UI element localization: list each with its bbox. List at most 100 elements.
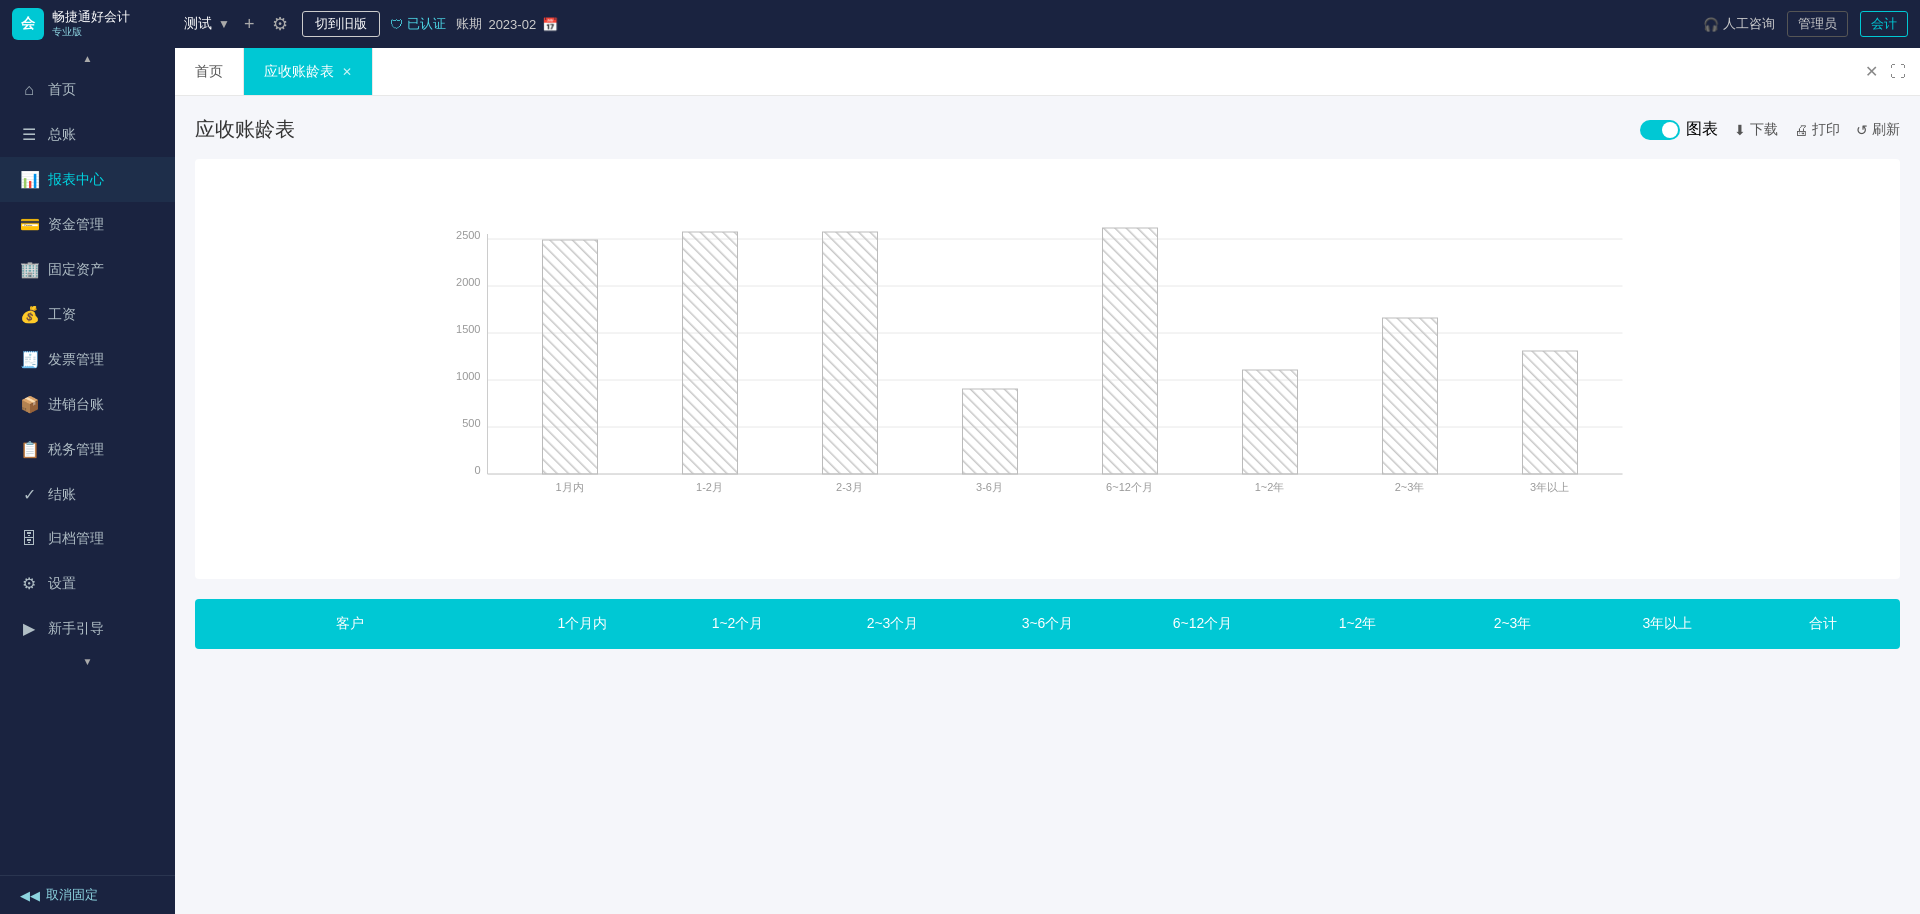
pin-icon: ◀◀	[20, 888, 40, 903]
logo-text-block: 畅捷通好会计 专业版	[52, 9, 130, 39]
bar-2-3年	[1383, 318, 1438, 474]
tab-bar: 首页 应收账龄表 ✕ ✕ ⛶	[175, 48, 1920, 96]
period-info: 账期 2023-02 📅	[456, 15, 558, 33]
accountant-button[interactable]: 会计	[1860, 11, 1908, 37]
svg-text:1月内: 1月内	[555, 481, 583, 493]
logo-area: 会 畅捷通好会计 专业版	[12, 8, 172, 40]
toggle-track[interactable]	[1640, 120, 1680, 140]
top-header: 会 畅捷通好会计 专业版 测试 ▼ + ⚙ 切到旧版 🛡 已认证 账期 2023…	[0, 0, 1920, 48]
sidebar-item-salary[interactable]: 💰 工资	[0, 292, 175, 337]
sidebar-item-reports[interactable]: 📊 报表中心	[0, 157, 175, 202]
svg-text:0: 0	[474, 464, 480, 476]
manager-button[interactable]: 管理员	[1787, 11, 1848, 37]
home-icon: ⌂	[20, 81, 38, 99]
svg-text:1000: 1000	[456, 370, 480, 382]
svg-text:500: 500	[462, 417, 480, 429]
download-icon: ⬇	[1734, 122, 1746, 138]
funds-icon: 💳	[20, 215, 38, 234]
sidebar-item-tax[interactable]: 📋 税务管理	[0, 427, 175, 472]
chart-toggle-label: 图表	[1686, 119, 1718, 140]
sidebar-item-home[interactable]: ⌂ 首页	[0, 68, 175, 112]
header-right: 🎧 人工咨询 管理员 会计	[1703, 11, 1908, 37]
sidebar-pin-button[interactable]: ◀◀ 取消固定	[0, 875, 175, 914]
checkout-icon: ✓	[20, 485, 38, 504]
svg-text:2000: 2000	[456, 276, 480, 288]
refresh-label: 刷新	[1872, 121, 1900, 139]
sidebar-item-label-guide: 新手引导	[48, 620, 104, 638]
content-area: 首页 应收账龄表 ✕ ✕ ⛶ 应收账龄表 图	[175, 48, 1920, 914]
expand-tab-button[interactable]: ⛶	[1886, 59, 1910, 85]
bar-2-3月	[823, 232, 878, 474]
refresh-button[interactable]: ↺ 刷新	[1856, 121, 1900, 139]
header-center: 测试 ▼ + ⚙ 切到旧版 🛡 已认证 账期 2023-02 📅	[184, 9, 1691, 39]
sidebar-item-label-fixed-assets: 固定资产	[48, 261, 104, 279]
archive-icon: 🗄	[20, 530, 38, 548]
tab-aging[interactable]: 应收账龄表 ✕	[244, 48, 373, 95]
logo-text: 畅捷通好会计	[52, 9, 130, 25]
svg-text:2500: 2500	[456, 229, 480, 241]
col-3-6month: 3~6个月	[970, 599, 1125, 649]
sidebar-item-label-tax: 税务管理	[48, 441, 104, 459]
svg-text:1-2月: 1-2月	[696, 481, 723, 493]
tab-actions: ✕ ⛶	[1851, 48, 1920, 95]
certified-label: 已认证	[407, 15, 446, 33]
print-icon: 🖨	[1794, 122, 1808, 138]
page-content: 应收账龄表 图表 ⬇ 下载 🖨 打印	[175, 96, 1920, 914]
settings-icon: ⚙	[20, 574, 38, 593]
shield-icon: 🛡	[390, 17, 403, 32]
sidebar-item-label-salary: 工资	[48, 306, 76, 324]
sidebar-item-settings[interactable]: ⚙ 设置	[0, 561, 175, 606]
sidebar-item-label-ledger: 总账	[48, 126, 76, 144]
svg-text:3-6月: 3-6月	[976, 481, 1003, 493]
sidebar-scroll-down[interactable]: ▼	[0, 651, 175, 671]
bar-6-12月	[1103, 228, 1158, 474]
sidebar-item-checkout[interactable]: ✓ 结账	[0, 472, 175, 517]
sidebar-item-label-reports: 报表中心	[48, 171, 104, 189]
sidebar-item-label-funds: 资金管理	[48, 216, 104, 234]
add-button[interactable]: +	[240, 10, 259, 39]
ledger-icon: ☰	[20, 125, 38, 144]
tab-home-label: 首页	[195, 63, 223, 81]
tab-home[interactable]: 首页	[175, 48, 244, 95]
company-selector[interactable]: 测试 ▼	[184, 15, 230, 33]
fixed-assets-icon: 🏢	[20, 260, 38, 279]
sidebar-item-funds[interactable]: 💳 资金管理	[0, 202, 175, 247]
sidebar-item-fixed-assets[interactable]: 🏢 固定资产	[0, 247, 175, 292]
toggle-thumb	[1662, 122, 1678, 138]
main-layout: ▲ ⌂ 首页 ☰ 总账 📊 报表中心 💳 资金管理 🏢 固定资产 💰 工资 🧾 …	[0, 48, 1920, 914]
chart-toggle[interactable]: 图表	[1640, 119, 1718, 140]
headset-icon: 🎧	[1703, 17, 1719, 32]
switch-old-button[interactable]: 切到旧版	[302, 11, 380, 37]
download-label: 下载	[1750, 121, 1778, 139]
bar-3年以上	[1523, 351, 1578, 474]
svg-text:2-3月: 2-3月	[836, 481, 863, 493]
settings-button[interactable]: ⚙	[268, 9, 292, 39]
sidebar-item-invoice[interactable]: 🧾 发票管理	[0, 337, 175, 382]
sidebar-item-archive[interactable]: 🗄 归档管理	[0, 517, 175, 561]
sidebar-item-label-checkout: 结账	[48, 486, 76, 504]
col-6-12month: 6~12个月	[1125, 599, 1280, 649]
print-button[interactable]: 🖨 打印	[1794, 121, 1840, 139]
logo-icon: 会	[12, 8, 44, 40]
table-section: 客户 1个月内 1~2个月 2~3个月 3~6个月 6~12个月 1~2年 2~…	[195, 599, 1900, 649]
report-title: 应收账龄表	[195, 116, 295, 143]
sidebar-scroll-up[interactable]: ▲	[0, 48, 175, 68]
col-customer: 客户	[195, 599, 505, 649]
period-label: 账期	[456, 15, 482, 33]
sidebar-item-guide[interactable]: ▶ 新手引导	[0, 606, 175, 651]
sidebar-item-label-invoice: 发票管理	[48, 351, 104, 369]
sidebar-item-trade[interactable]: 📦 进销台账	[0, 382, 175, 427]
sidebar-item-label-home: 首页	[48, 81, 76, 99]
consult-button[interactable]: 🎧 人工咨询	[1703, 15, 1775, 33]
report-header: 应收账龄表 图表 ⬇ 下载 🖨 打印	[195, 116, 1900, 143]
sidebar-item-ledger[interactable]: ☰ 总账	[0, 112, 175, 157]
bar-1月内	[543, 240, 598, 474]
chart-container: 0 500 1000 1500 2000 2500	[195, 159, 1900, 579]
pin-label: 取消固定	[46, 886, 98, 904]
sidebar: ▲ ⌂ 首页 ☰ 总账 📊 报表中心 💳 资金管理 🏢 固定资产 💰 工资 🧾 …	[0, 48, 175, 914]
close-tab-button[interactable]: ✕	[1861, 58, 1882, 85]
tab-close-icon[interactable]: ✕	[342, 65, 352, 79]
col-2-3month: 2~3个月	[815, 599, 970, 649]
certified-badge: 🛡 已认证	[390, 15, 446, 33]
download-button[interactable]: ⬇ 下载	[1734, 121, 1778, 139]
